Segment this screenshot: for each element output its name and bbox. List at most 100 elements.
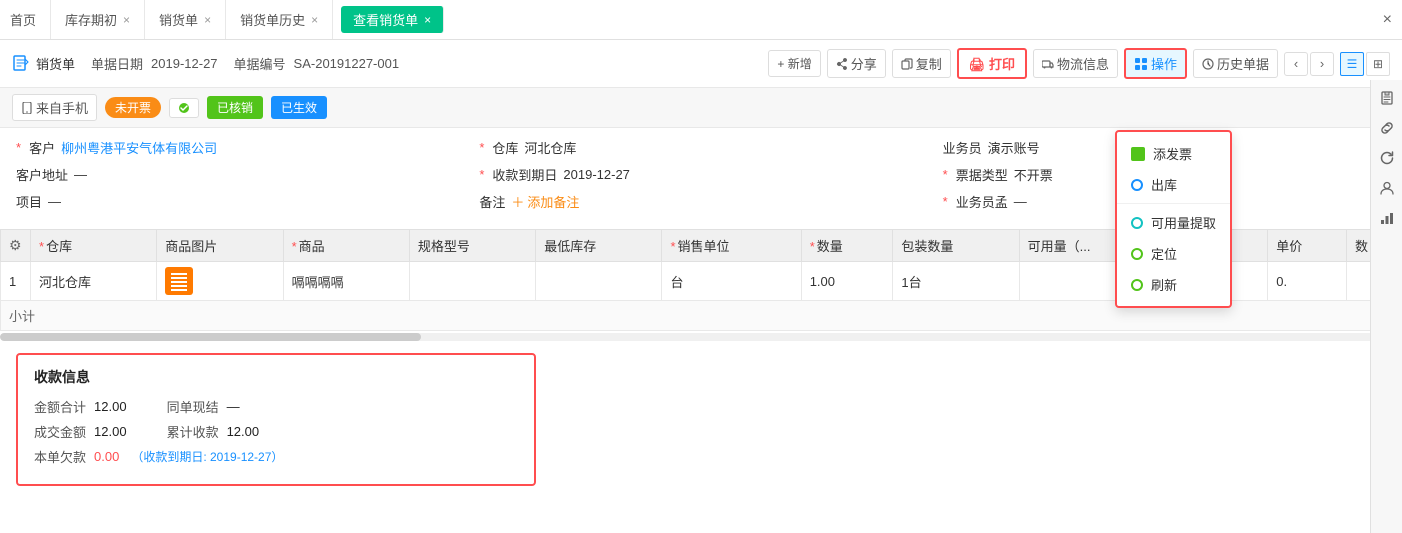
tab-bar: 首页 库存期初 × 销货单 × 销货单历史 × 查看销货单 × × (0, 0, 1402, 40)
chart-icon (1379, 210, 1395, 226)
user-icon (1379, 180, 1395, 196)
sidebar-refresh-button[interactable] (1373, 144, 1401, 172)
due-date-label: 收款到期日 (492, 165, 557, 184)
available-qty-item[interactable]: 可用量提取 (1117, 207, 1230, 238)
tab-home-label: 首页 (10, 10, 36, 29)
col-qty-header: *数量 (801, 230, 893, 262)
salesman-value: — (1014, 194, 1027, 209)
row-spec (409, 262, 535, 301)
form-meta: 单据日期 2019-12-27 单据编号 SA-20191227-001 (91, 54, 399, 73)
sidebar-link-button[interactable] (1373, 114, 1401, 142)
tab-sales-order-close[interactable]: × (204, 13, 211, 27)
ticket-value[interactable]: 不开票 (1014, 165, 1053, 184)
truck-icon (1042, 58, 1054, 70)
grid-icon (1134, 57, 1148, 71)
scroll-thumb (0, 333, 421, 341)
form-toolbar: 来自手机 未开票 已核销 已生效 (0, 88, 1402, 128)
cumulative-value: 12.00 (227, 424, 260, 439)
tab-sales-history-close[interactable]: × (311, 13, 318, 27)
tab-inventory-init-label: 库存期初 (65, 10, 117, 29)
tab-view-sales[interactable]: 查看销货单 × (341, 6, 444, 33)
copy-icon (901, 58, 913, 70)
add-invoice-item[interactable]: 添发票 (1117, 138, 1230, 169)
from-phone-button[interactable]: 来自手机 (12, 94, 97, 121)
plus-icon: ＋ (511, 192, 524, 211)
check-icon (178, 102, 190, 114)
balance-label: 本单欠款 (34, 447, 86, 466)
product-image (165, 267, 193, 295)
due-date-required: * (479, 167, 484, 182)
phone-icon (21, 102, 33, 114)
locate-item[interactable]: 定位 (1117, 238, 1230, 269)
print-button[interactable]: 🖨 打印 (957, 48, 1027, 79)
view-grid-button[interactable]: ⊞ (1366, 52, 1390, 76)
tab-view-sales-close[interactable]: × (424, 13, 431, 27)
clipboard-icon (1379, 90, 1395, 106)
row-image (157, 262, 283, 301)
tab-sales-history[interactable]: 销货单历史 × (226, 0, 333, 39)
staff-label: 业务员 (943, 138, 982, 157)
tab-sales-order[interactable]: 销货单 × (145, 0, 226, 39)
locate-icon (1131, 248, 1143, 260)
due-date-value[interactable]: 2019-12-27 (563, 167, 630, 182)
available-qty-icon (1131, 217, 1143, 229)
note-field: 备注 ＋ 添加备注 (479, 192, 922, 211)
view-list-button[interactable]: ☰ (1340, 52, 1364, 76)
warehouse-field: * 仓库 河北仓库 (479, 138, 922, 157)
row-price: 0. (1268, 262, 1347, 301)
project-field: 项目 — (16, 192, 459, 211)
sidebar-chart-button[interactable] (1373, 204, 1401, 232)
ticket-label: 票据类型 (956, 165, 1008, 184)
col-product-header: *商品 (283, 230, 409, 262)
bottom-section: 收款信息 金额合计 12.00 同单现结 — 成交金额 12.00 累计收款 (0, 343, 1402, 496)
customer-value[interactable]: 柳州粤港平安气体有限公司 (61, 138, 217, 157)
sidebar-user-button[interactable] (1373, 174, 1401, 202)
global-close-button[interactable]: × (1383, 11, 1392, 29)
payment-info-box: 收款信息 金额合计 12.00 同单现结 — 成交金额 12.00 累计收款 (16, 353, 536, 486)
add-note-button[interactable]: ＋ 添加备注 (511, 192, 579, 211)
prev-button[interactable]: ‹ (1284, 52, 1308, 76)
due-note: （收款到期日: 2019-12-27） (131, 448, 283, 465)
tab-inventory-init-close[interactable]: × (123, 13, 130, 27)
operations-dropdown: 添发票 出库 可用量提取 定位 刷新 (1115, 130, 1232, 308)
refresh-label: 刷新 (1151, 275, 1177, 294)
payment-row-1: 金额合计 12.00 同单现结 — (34, 397, 518, 416)
refresh-icon (1131, 279, 1143, 291)
same-order-value: — (227, 399, 240, 414)
check-d-button[interactable] (169, 98, 199, 118)
copy-button[interactable]: 复制 (892, 49, 951, 78)
transaction-label: 成交金额 (34, 422, 86, 441)
ticket-required: * (943, 167, 948, 182)
main-content: 销货单 单据日期 2019-12-27 单据编号 SA-20191227-001… (0, 40, 1402, 533)
address-label: 客户地址 (16, 165, 68, 184)
form-date-label: 单据日期 2019-12-27 (91, 54, 218, 73)
logistics-button[interactable]: 物流信息 (1033, 49, 1118, 78)
menu-divider-1 (1117, 203, 1230, 204)
customer-label: 客户 (29, 138, 55, 157)
col-packqty-header: 包装数量 (893, 230, 1019, 262)
operations-button[interactable]: 操作 (1124, 48, 1187, 79)
outbound-icon (1131, 179, 1143, 191)
note-label: 备注 (479, 192, 505, 211)
due-date-field: * 收款到期日 2019-12-27 (479, 165, 922, 184)
history-icon (1202, 58, 1214, 70)
share-button[interactable]: 分享 (827, 49, 886, 78)
next-button[interactable]: › (1310, 52, 1334, 76)
warehouse-value[interactable]: 河北仓库 (524, 138, 576, 157)
new-button[interactable]: + 新增 (768, 50, 820, 77)
history-button[interactable]: 历史单据 (1193, 49, 1278, 78)
tab-home[interactable]: 首页 (10, 0, 51, 39)
col-spec-header: 规格型号 (409, 230, 535, 262)
checked-badge: 已核销 (207, 96, 263, 119)
tab-inventory-init[interactable]: 库存期初 × (51, 0, 145, 39)
cumulative-label: 累计收款 (167, 422, 219, 441)
sidebar-clipboard-button[interactable] (1373, 84, 1401, 112)
not-open-badge: 未开票 (105, 97, 161, 118)
gear-icon[interactable]: ⚙ (9, 237, 22, 253)
horizontal-scrollbar[interactable] (0, 333, 1402, 341)
form-title-group: 销货单 (12, 54, 75, 73)
transaction-value: 12.00 (94, 424, 127, 439)
outbound-item[interactable]: 出库 (1117, 169, 1230, 200)
add-invoice-label: 添发票 (1153, 144, 1192, 163)
refresh-item[interactable]: 刷新 (1117, 269, 1230, 300)
